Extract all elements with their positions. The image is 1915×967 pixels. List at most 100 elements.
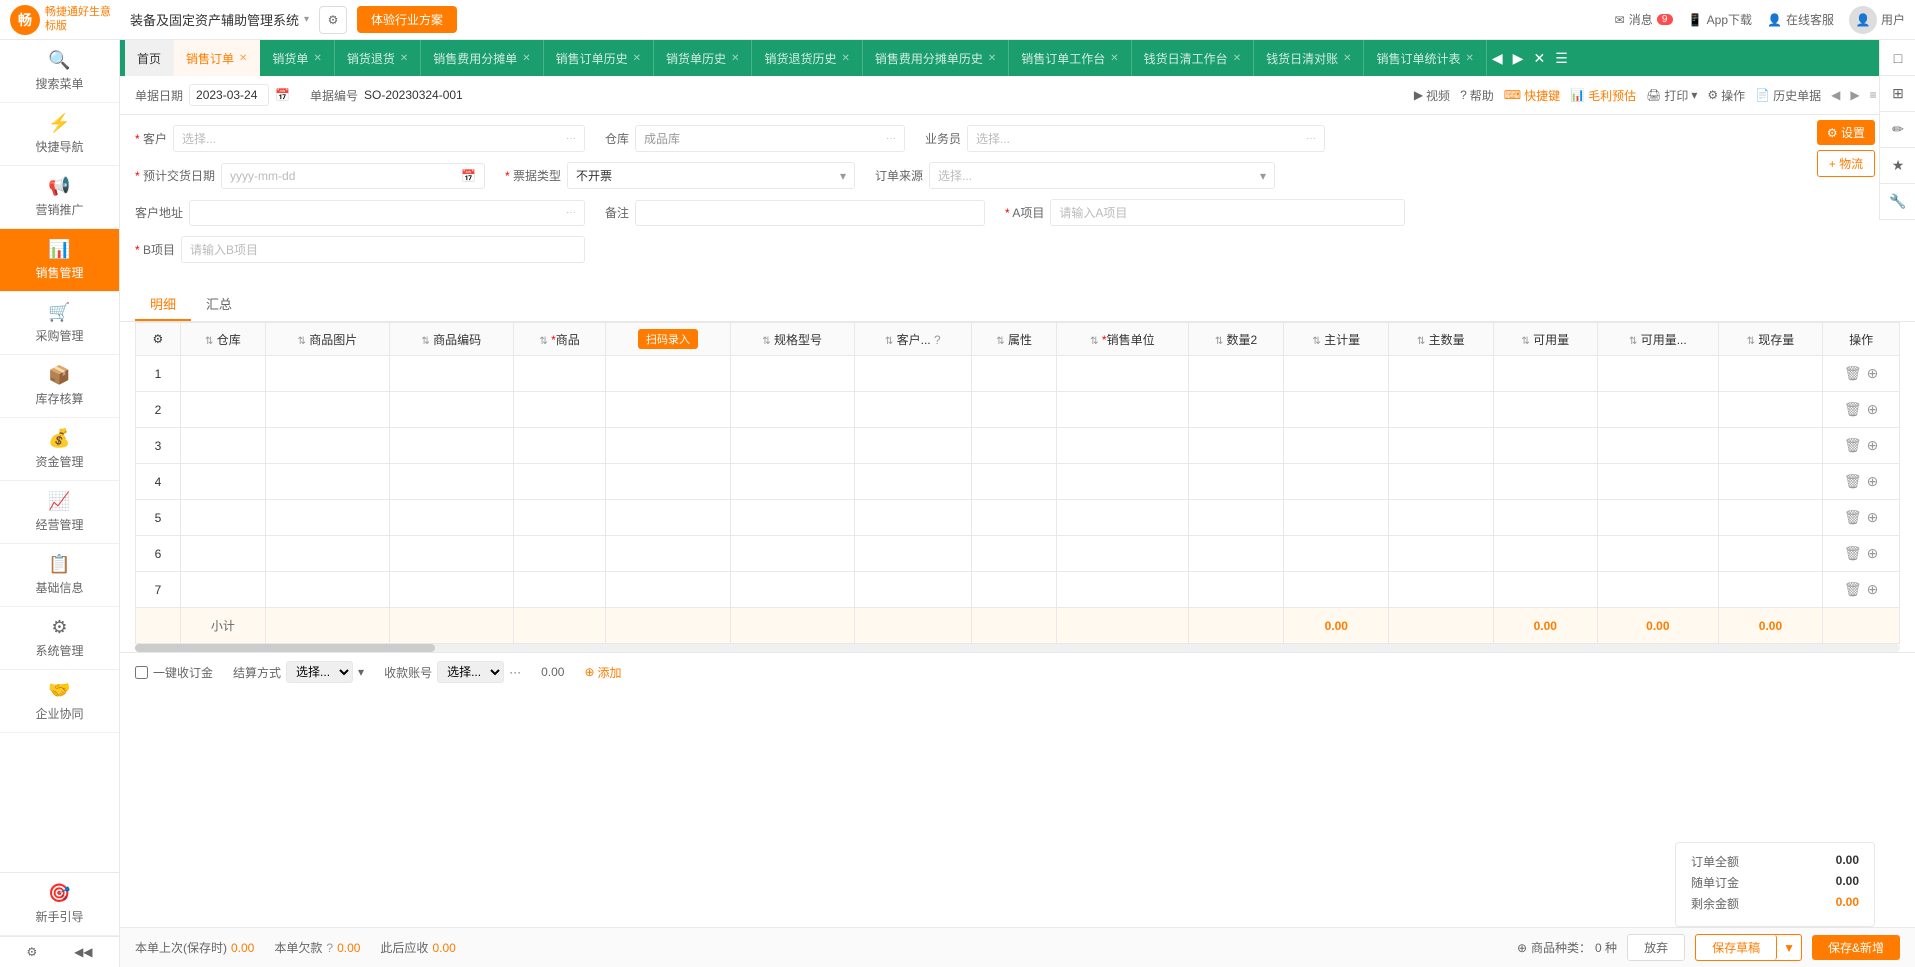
copy-icon[interactable]: ⊕ bbox=[1867, 401, 1879, 418]
tab-sales-expense[interactable]: 销售费用分摊单 ✕ bbox=[421, 40, 543, 76]
salesperson-ellipsis-icon[interactable]: ··· bbox=[1306, 133, 1316, 144]
col-main-unit[interactable]: ⇅ 主计量 bbox=[1284, 323, 1389, 356]
copy-icon[interactable]: ⊕ bbox=[1867, 545, 1879, 562]
tab-close-daily-reconcile[interactable]: ✕ bbox=[1343, 53, 1351, 64]
tab-close-return-history[interactable]: ✕ bbox=[841, 53, 849, 64]
sidebar-item-collab[interactable]: 🤝 企业协同 bbox=[0, 670, 119, 733]
b-project-input[interactable]: 请输入B项目 bbox=[181, 236, 585, 263]
delete-icon[interactable]: 🗑 bbox=[1844, 365, 1862, 382]
collapse-icon[interactable]: ◀◀ bbox=[74, 945, 92, 959]
col-stock[interactable]: ⇅ 现存量 bbox=[1718, 323, 1823, 356]
right-panel-btn-1[interactable]: □ bbox=[1880, 40, 1915, 76]
invoice-select[interactable]: 不开票 ▾ bbox=[567, 162, 855, 189]
col-image[interactable]: ⇅ 商品图片 bbox=[265, 323, 389, 356]
col-spec[interactable]: ⇅ 规格型号 bbox=[730, 323, 854, 356]
delete-icon[interactable]: 🗑 bbox=[1844, 401, 1862, 418]
online-service-item[interactable]: 👤 在线客服 bbox=[1767, 11, 1834, 28]
col-settings[interactable]: ⚙ bbox=[136, 323, 181, 356]
address-ellipsis-icon[interactable]: ··· bbox=[566, 207, 576, 218]
sidebar-item-purchase[interactable]: 🛒 采购管理 bbox=[0, 292, 119, 355]
col-available2[interactable]: ⇅ 可用量... bbox=[1598, 323, 1719, 356]
tab-sales-order[interactable]: 销售订单 ✕ bbox=[174, 40, 260, 76]
right-panel-btn-3[interactable]: ✏ bbox=[1880, 112, 1915, 148]
user-item[interactable]: 👤 用户 bbox=[1849, 6, 1905, 34]
account-ellipsis-icon[interactable]: ··· bbox=[509, 665, 521, 679]
warehouse-input[interactable]: 成品库 ··· bbox=[635, 125, 905, 152]
sidebar-item-operation[interactable]: 📈 经营管理 bbox=[0, 481, 119, 544]
shortcut-btn[interactable]: ⌨ 快捷键 bbox=[1504, 87, 1560, 104]
table-scrollbar[interactable] bbox=[135, 644, 1900, 652]
tab-detail[interactable]: 明细 bbox=[135, 288, 191, 321]
col-warehouse[interactable]: ⇅ 仓库 bbox=[180, 323, 265, 356]
sidebar-item-marketing[interactable]: 📢 营销推广 bbox=[0, 166, 119, 229]
account-select[interactable]: 选择... bbox=[437, 661, 504, 683]
address-input[interactable]: ··· bbox=[189, 200, 585, 226]
copy-icon[interactable]: ⊕ bbox=[1867, 365, 1879, 382]
delete-icon[interactable]: 🗑 bbox=[1844, 545, 1862, 562]
remark-input[interactable] bbox=[635, 200, 985, 226]
calendar2-icon[interactable]: 📅 bbox=[461, 169, 476, 183]
col-available[interactable]: ⇅ 可用量 bbox=[1493, 323, 1598, 356]
scan-btn[interactable]: 扫码录入 bbox=[638, 329, 698, 349]
tab-close-sales-expense[interactable]: ✕ bbox=[522, 53, 530, 64]
tab-close-sales-slip[interactable]: ✕ bbox=[313, 53, 321, 64]
add-logistics-btn[interactable]: + 物流 bbox=[1817, 150, 1875, 177]
tab-stats[interactable]: 销售订单统计表 ✕ bbox=[1364, 40, 1486, 76]
tab-daily-workbench[interactable]: 钱货日清工作台 ✕ bbox=[1132, 40, 1254, 76]
tab-summary[interactable]: 汇总 bbox=[191, 288, 247, 321]
tab-close-sales-order[interactable]: ✕ bbox=[239, 53, 247, 64]
order-source-select[interactable]: 选择... ▾ bbox=[929, 162, 1275, 189]
discard-btn[interactable]: 放弃 bbox=[1627, 934, 1685, 961]
sidebar-item-guide[interactable]: 🎯 新手引导 bbox=[0, 872, 119, 936]
tab-order-workbench[interactable]: 销售订单工作台 ✕ bbox=[1009, 40, 1131, 76]
help-btn[interactable]: ? 帮助 bbox=[1460, 87, 1494, 104]
settings-config-btn[interactable]: ⚙ 设置 bbox=[1817, 120, 1875, 145]
tab-slip-history[interactable]: 销货单历史 ✕ bbox=[654, 40, 752, 76]
tab-close-stats[interactable]: ✕ bbox=[1466, 53, 1474, 64]
right-panel-btn-4[interactable]: ★ bbox=[1880, 148, 1915, 184]
tab-close-order-workbench[interactable]: ✕ bbox=[1110, 53, 1118, 64]
col-scan[interactable]: 扫码录入 bbox=[606, 323, 730, 356]
tab-close-order-history[interactable]: ✕ bbox=[633, 53, 641, 64]
col-customer-code[interactable]: ⇅ 客户... ? bbox=[854, 323, 971, 356]
delete-icon[interactable]: 🗑 bbox=[1844, 437, 1862, 454]
view-btn[interactable]: ▶ 视频 bbox=[1414, 87, 1450, 104]
tab-sales-slip[interactable]: 销货单 ✕ bbox=[260, 40, 334, 76]
customer-ellipsis-icon[interactable]: ··· bbox=[566, 133, 576, 144]
copy-icon[interactable]: ⊕ bbox=[1867, 509, 1879, 526]
warehouse-ellipsis-icon[interactable]: ··· bbox=[886, 133, 896, 144]
tab-close-all-btn[interactable]: ✕ bbox=[1528, 50, 1550, 67]
sidebar-item-system[interactable]: ⚙ 系统管理 bbox=[0, 607, 119, 670]
title-arrow-icon[interactable]: ▾ bbox=[304, 14, 309, 25]
profit-btn[interactable]: 📊 毛利预估 bbox=[1570, 87, 1636, 104]
tab-close-slip-history[interactable]: ✕ bbox=[731, 53, 739, 64]
gear-button[interactable]: ⚙ bbox=[319, 6, 347, 34]
tab-menu-btn[interactable]: ☰ bbox=[1550, 50, 1573, 67]
add-btn[interactable]: ⊕ 添加 bbox=[584, 664, 621, 681]
tab-next-btn[interactable]: ▶ bbox=[1508, 50, 1529, 67]
delivery-input[interactable]: yyyy-mm-dd 📅 bbox=[221, 163, 485, 189]
print-btn[interactable]: 🖨 打印 ▾ bbox=[1646, 87, 1697, 104]
tab-prev-btn[interactable]: ◀ bbox=[1487, 50, 1508, 67]
right-panel-btn-5[interactable]: 🔧 bbox=[1880, 184, 1915, 220]
tab-sales-return[interactable]: 销货退货 ✕ bbox=[335, 40, 421, 76]
tab-home[interactable]: 首页 bbox=[125, 40, 174, 76]
a-project-input[interactable]: 请输入A项目 bbox=[1050, 199, 1405, 226]
tab-close-sales-return[interactable]: ✕ bbox=[400, 53, 408, 64]
date-value[interactable]: 2023-03-24 bbox=[189, 84, 269, 106]
quick-collect-checkbox[interactable] bbox=[135, 666, 148, 679]
customer-input[interactable]: 选择... ··· bbox=[173, 125, 585, 152]
sidebar-item-sales[interactable]: 📊 销售管理 bbox=[0, 229, 119, 292]
tab-return-history[interactable]: 销货退货历史 ✕ bbox=[752, 40, 862, 76]
operation-btn[interactable]: ⚙ 操作 bbox=[1707, 87, 1745, 104]
salesperson-input[interactable]: 选择... ··· bbox=[967, 125, 1325, 152]
prev-record-icon[interactable]: ◀ bbox=[1831, 88, 1840, 102]
sidebar-item-basic[interactable]: 📋 基础信息 bbox=[0, 544, 119, 607]
col-product[interactable]: ⇅ *商品 bbox=[513, 323, 606, 356]
delete-icon[interactable]: 🗑 bbox=[1844, 509, 1862, 526]
tab-close-daily-workbench[interactable]: ✕ bbox=[1233, 53, 1241, 64]
payment-method-select[interactable]: 选择... bbox=[286, 661, 353, 683]
right-panel-btn-2[interactable]: ⊞ bbox=[1880, 76, 1915, 112]
calendar-icon[interactable]: 📅 bbox=[275, 88, 290, 102]
tab-order-history[interactable]: 销售订单历史 ✕ bbox=[544, 40, 654, 76]
